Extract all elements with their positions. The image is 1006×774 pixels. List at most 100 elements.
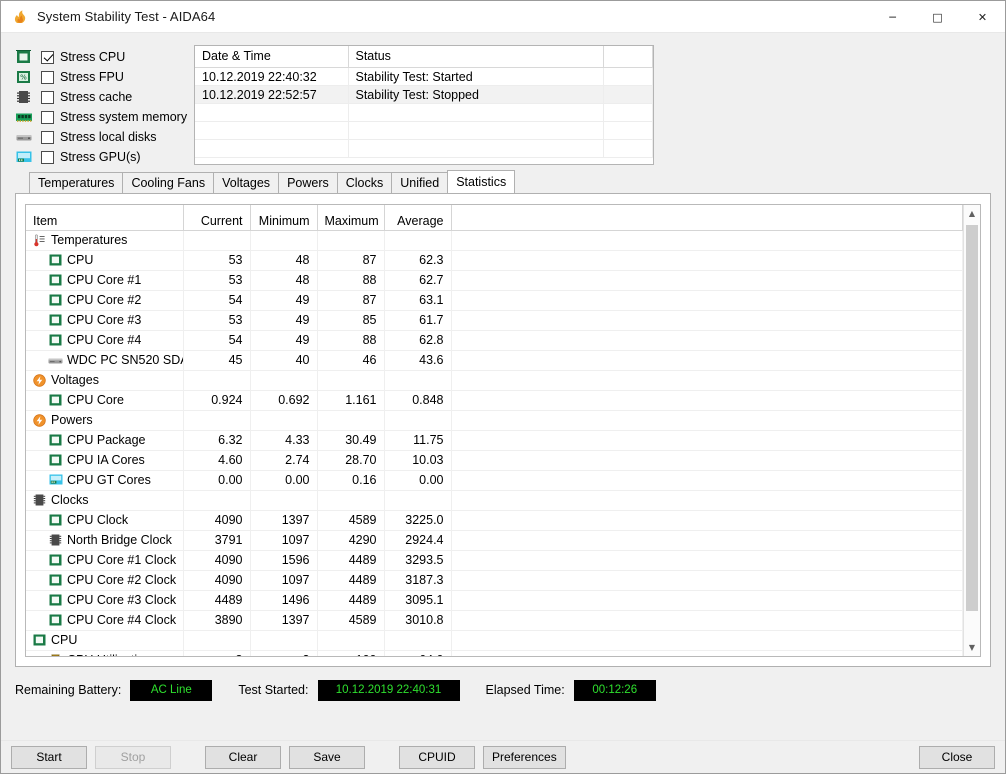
table-row[interactable]: CPU — [26, 630, 963, 651]
system-stability-test-window: System Stability Test - AIDA64 ─ □ ✕ Str… — [0, 0, 1006, 774]
stats-header-current[interactable]: Current — [183, 205, 251, 231]
log-header-status[interactable]: Status — [348, 46, 604, 68]
table-row[interactable]: CPU 53 48 87 62.3 — [26, 250, 963, 271]
table-row[interactable]: CPU Core #3 53 49 85 61.7 — [26, 310, 963, 331]
stats-minimum-cell: 48 — [250, 270, 318, 291]
stats-current-cell: 53 — [183, 270, 251, 291]
table-row[interactable]: Voltages — [26, 370, 963, 391]
stats-current-cell: 53 — [183, 310, 251, 331]
stats-maximum-cell: 46 — [317, 350, 385, 371]
table-row[interactable]: Powers — [26, 410, 963, 431]
stats-average-cell: 43.6 — [384, 350, 452, 371]
table-row[interactable]: CPU Core #2 Clock 4090 1097 4489 3187.3 — [26, 570, 963, 591]
stress-gpu-checkbox[interactable] — [41, 150, 54, 164]
tab-statistics[interactable]: Statistics — [447, 170, 516, 193]
tab-voltages[interactable]: Voltages — [213, 172, 280, 193]
table-row[interactable]: CPU IA Cores 4.60 2.74 28.70 10.03 — [26, 450, 963, 471]
remaining-battery-value: AC Line — [130, 679, 213, 701]
stats-row-label: Powers — [51, 413, 93, 427]
table-row[interactable]: CPU Utilization 8210064.0 — [26, 650, 963, 656]
table-row[interactable]: CPU Core 0.924 0.692 1.161 0.848 — [26, 390, 963, 411]
cpuid-button[interactable]: CPUID — [399, 745, 475, 769]
stress-option-cpu[interactable]: Stress CPU — [15, 47, 185, 67]
stats-header-maximum[interactable]: Maximum — [317, 205, 385, 231]
scrollbar-thumb[interactable] — [966, 225, 978, 611]
stress-option-cache[interactable]: Stress cache — [15, 87, 185, 107]
table-row[interactable]: North Bridge Clock 3791 1097 4290 2924.4 — [26, 530, 963, 551]
table-row[interactable]: CPU Core #1 53 48 88 62.7 — [26, 270, 963, 291]
cpu-chip-icon — [47, 513, 64, 527]
table-row[interactable]: CPU Core #4 Clock 3890 1397 4589 3010.8 — [26, 610, 963, 631]
stats-row-label: CPU Clock — [67, 513, 129, 527]
stress-option-fpu[interactable]: % Stress FPU — [15, 67, 185, 87]
stats-filler-cell — [451, 370, 963, 391]
stress-option-gpu[interactable]: Stress GPU(s) — [15, 147, 185, 167]
elapsed-time-label: Elapsed Time: — [485, 683, 565, 697]
elapsed-time-value: 00:12:26 — [573, 679, 656, 701]
stats-filler-cell — [451, 450, 963, 471]
stats-average-cell: 11.75 — [384, 430, 452, 451]
tab-temperatures[interactable]: Temperatures — [29, 172, 124, 193]
stress-option-disks[interactable]: Stress local disks — [15, 127, 185, 147]
tab-cooling-fans[interactable]: Cooling Fans — [122, 172, 215, 193]
table-row[interactable]: CPU Clock 4090 1397 4589 3225.0 — [26, 510, 963, 531]
stress-option-memory[interactable]: Stress system memory — [15, 107, 187, 127]
stats-filler-cell — [451, 510, 963, 531]
preferences-button[interactable]: Preferences — [483, 745, 566, 769]
table-row[interactable]: 10.12.2019 22:40:32 Stability Test: Star… — [195, 67, 653, 86]
stress-disks-checkbox[interactable] — [41, 130, 54, 144]
stress-cache-checkbox[interactable] — [41, 90, 54, 104]
table-row[interactable]: CPU Core #3 Clock 4489 1496 4489 3095.1 — [26, 590, 963, 611]
stats-minimum-cell: 1397 — [250, 510, 318, 531]
tab-clocks[interactable]: Clocks — [336, 172, 393, 193]
stats-average-cell: 3010.8 — [384, 610, 452, 631]
cache-chip-icon — [15, 90, 32, 105]
stress-memory-checkbox[interactable] — [41, 110, 54, 124]
stats-maximum-cell: 4489 — [317, 590, 385, 611]
stress-fpu-checkbox[interactable] — [41, 70, 54, 84]
stress-cpu-checkbox[interactable] — [41, 50, 54, 64]
stats-maximum-cell: 28.70 — [317, 450, 385, 471]
table-row[interactable]: Temperatures — [26, 230, 963, 251]
table-row[interactable]: CPU Core #4 54 49 88 62.8 — [26, 330, 963, 351]
tab-powers[interactable]: Powers — [278, 172, 338, 193]
stats-filler-cell — [451, 470, 963, 491]
save-button[interactable]: Save — [289, 745, 365, 769]
stats-minimum-cell — [250, 630, 318, 651]
table-row[interactable]: CPU Core #1 Clock 4090 1596 4489 3293.5 — [26, 550, 963, 571]
table-row[interactable]: CPU GT Cores 0.00 0.00 0.16 0.00 — [26, 470, 963, 491]
stats-header-minimum[interactable]: Minimum — [250, 205, 318, 231]
stats-current-cell: 45 — [183, 350, 251, 371]
table-row[interactable]: Clocks — [26, 490, 963, 511]
table-row[interactable]: CPU Package 6.32 4.33 30.49 11.75 — [26, 430, 963, 451]
table-row-empty — [195, 103, 653, 122]
stats-header-average[interactable]: Average — [384, 205, 452, 231]
minimize-button[interactable]: ─ — [870, 1, 915, 33]
close-button[interactable]: ✕ — [960, 1, 1005, 33]
clear-button[interactable]: Clear — [205, 745, 281, 769]
log-header-datetime[interactable]: Date & Time — [195, 46, 349, 68]
scroll-up-icon[interactable]: ▲ — [964, 205, 980, 222]
maximize-button[interactable]: □ — [915, 1, 960, 33]
stats-header-item[interactable]: Item — [26, 205, 184, 231]
scrollbar-track[interactable] — [964, 222, 980, 639]
log-cell-status: Stability Test: Started — [348, 67, 604, 86]
stats-row-label: Temperatures — [51, 233, 128, 247]
vertical-scrollbar[interactable]: ▲ ▼ — [963, 205, 980, 656]
close-dialog-button[interactable]: Close — [919, 745, 995, 769]
stats-minimum-cell: 49 — [250, 290, 318, 311]
table-row[interactable]: WDC PC SN520 SDA...45404643.6 — [26, 350, 963, 371]
start-button[interactable]: Start — [11, 745, 87, 769]
status-log-table[interactable]: Date & Time Status 10.12.2019 22:40:32 S… — [194, 45, 654, 165]
tab-unified[interactable]: Unified — [391, 172, 449, 193]
stats-maximum-cell: 4290 — [317, 530, 385, 551]
scroll-down-icon[interactable]: ▼ — [964, 639, 980, 656]
table-row[interactable]: 10.12.2019 22:52:57 Stability Test: Stop… — [195, 85, 653, 104]
table-row[interactable]: CPU Core #2 54 49 87 63.1 — [26, 290, 963, 311]
stress-option-label: Stress CPU — [60, 50, 126, 64]
stats-item-cell: CPU Core #4 Clock — [26, 610, 184, 631]
stats-item-cell: CPU Package — [26, 430, 184, 451]
stats-average-cell: 3095.1 — [384, 590, 452, 611]
stats-item-cell: CPU Core #3 — [26, 310, 184, 331]
stop-button: Stop — [95, 745, 171, 769]
